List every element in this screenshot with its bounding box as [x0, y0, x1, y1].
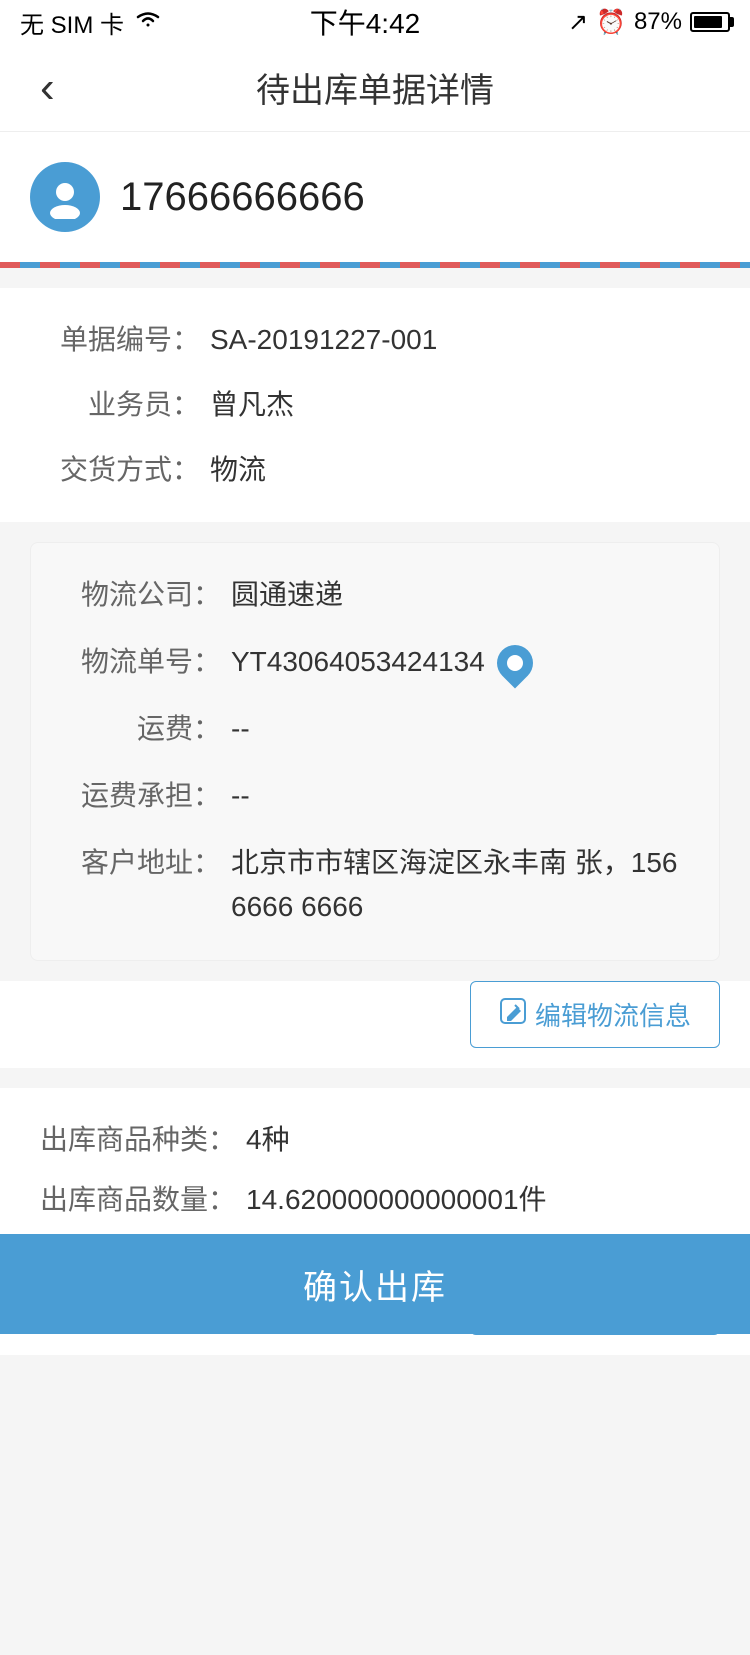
- freight-value: --: [231, 707, 689, 752]
- tracking-row: 物流单号： YT43064053424134: [61, 640, 689, 685]
- sales-person-value: 曾凡杰: [210, 383, 710, 428]
- battery-icon: [690, 12, 730, 32]
- doc-number-label: 单据编号：: [40, 318, 200, 363]
- tracking-location-icon[interactable]: [489, 637, 540, 688]
- goods-types-value: 4种: [246, 1118, 290, 1158]
- tracking-value: YT43064053424134: [231, 640, 689, 685]
- delivery-method-row: 交货方式： 物流: [40, 448, 710, 493]
- confirm-outbound-button[interactable]: 确认出库: [303, 1260, 447, 1309]
- sales-person-label: 业务员：: [40, 383, 200, 428]
- battery-percent: 87%: [634, 8, 682, 36]
- base-info-section: 单据编号： SA-20191227-001 业务员： 曾凡杰 交货方式： 物流: [0, 288, 750, 522]
- goods-quantity-row: 出库商品数量： 14.620000000000001件: [40, 1178, 710, 1218]
- colorful-divider: [0, 262, 750, 268]
- carrier-label: 无 SIM 卡: [20, 5, 124, 40]
- page-title: 待出库单据详情: [256, 63, 494, 112]
- time-display: 下午4:42: [310, 2, 421, 42]
- bottom-spacer: [0, 1355, 750, 1555]
- edit-logistics-button[interactable]: 编辑物流信息: [470, 981, 720, 1048]
- freight-bearer-row: 运费承担： --: [61, 774, 689, 819]
- avatar: [30, 162, 100, 232]
- status-right: ↗ ⏰ 87%: [568, 8, 730, 37]
- address-row: 客户地址： 北京市市辖区海淀区永丰南 张，156 6666 6666: [61, 841, 689, 931]
- customer-section: 17666666666: [0, 132, 750, 262]
- confirm-button-wrap: 确认出库: [0, 1234, 750, 1334]
- tracking-label: 物流单号：: [61, 640, 221, 685]
- edit-btn-label: 编辑物流信息: [535, 996, 691, 1033]
- status-bar: 无 SIM 卡 下午4:42 ↗ ⏰ 87%: [0, 0, 750, 44]
- section-separator-1: [0, 1068, 750, 1088]
- freight-bearer-value: --: [231, 774, 689, 819]
- doc-number-value: SA-20191227-001: [210, 318, 710, 363]
- sales-person-row: 业务员： 曾凡杰: [40, 383, 710, 428]
- goods-types-label: 出库商品种类：: [40, 1118, 236, 1158]
- back-button[interactable]: ‹: [30, 53, 65, 123]
- address-label: 客户地址：: [61, 841, 221, 886]
- alarm-icon: ⏰: [596, 8, 626, 37]
- tracking-number-text: YT43064053424134: [231, 640, 485, 685]
- doc-number-row: 单据编号： SA-20191227-001: [40, 318, 710, 363]
- goods-section: 出库商品种类： 4种 出库商品数量： 14.620000000000001件: [0, 1088, 750, 1248]
- edit-btn-row: 编辑物流信息: [0, 981, 750, 1068]
- logistics-company-row: 物流公司： 圆通速递: [61, 573, 689, 618]
- logistics-company-value: 圆通速递: [231, 573, 689, 618]
- goods-quantity-value: 14.620000000000001件: [246, 1178, 547, 1218]
- wifi-icon: [134, 8, 162, 36]
- freight-bearer-label: 运费承担：: [61, 774, 221, 819]
- goods-quantity-label: 出库商品数量：: [40, 1178, 236, 1218]
- goods-types-row: 出库商品种类： 4种: [40, 1118, 710, 1158]
- location-status-icon: ↗: [568, 8, 588, 37]
- logistics-section: 物流公司： 圆通速递 物流单号： YT43064053424134 运费： --…: [30, 542, 720, 961]
- logistics-company-label: 物流公司：: [61, 573, 221, 618]
- status-left: 无 SIM 卡: [20, 5, 162, 40]
- delivery-method-value: 物流: [210, 448, 710, 493]
- customer-phone: 17666666666: [120, 175, 365, 220]
- delivery-method-label: 交货方式：: [40, 448, 200, 493]
- freight-row: 运费： --: [61, 707, 689, 752]
- nav-bar: ‹ 待出库单据详情: [0, 44, 750, 132]
- freight-label: 运费：: [61, 707, 221, 752]
- edit-icon: [499, 997, 527, 1032]
- address-value: 北京市市辖区海淀区永丰南 张，156 6666 6666: [231, 841, 689, 931]
